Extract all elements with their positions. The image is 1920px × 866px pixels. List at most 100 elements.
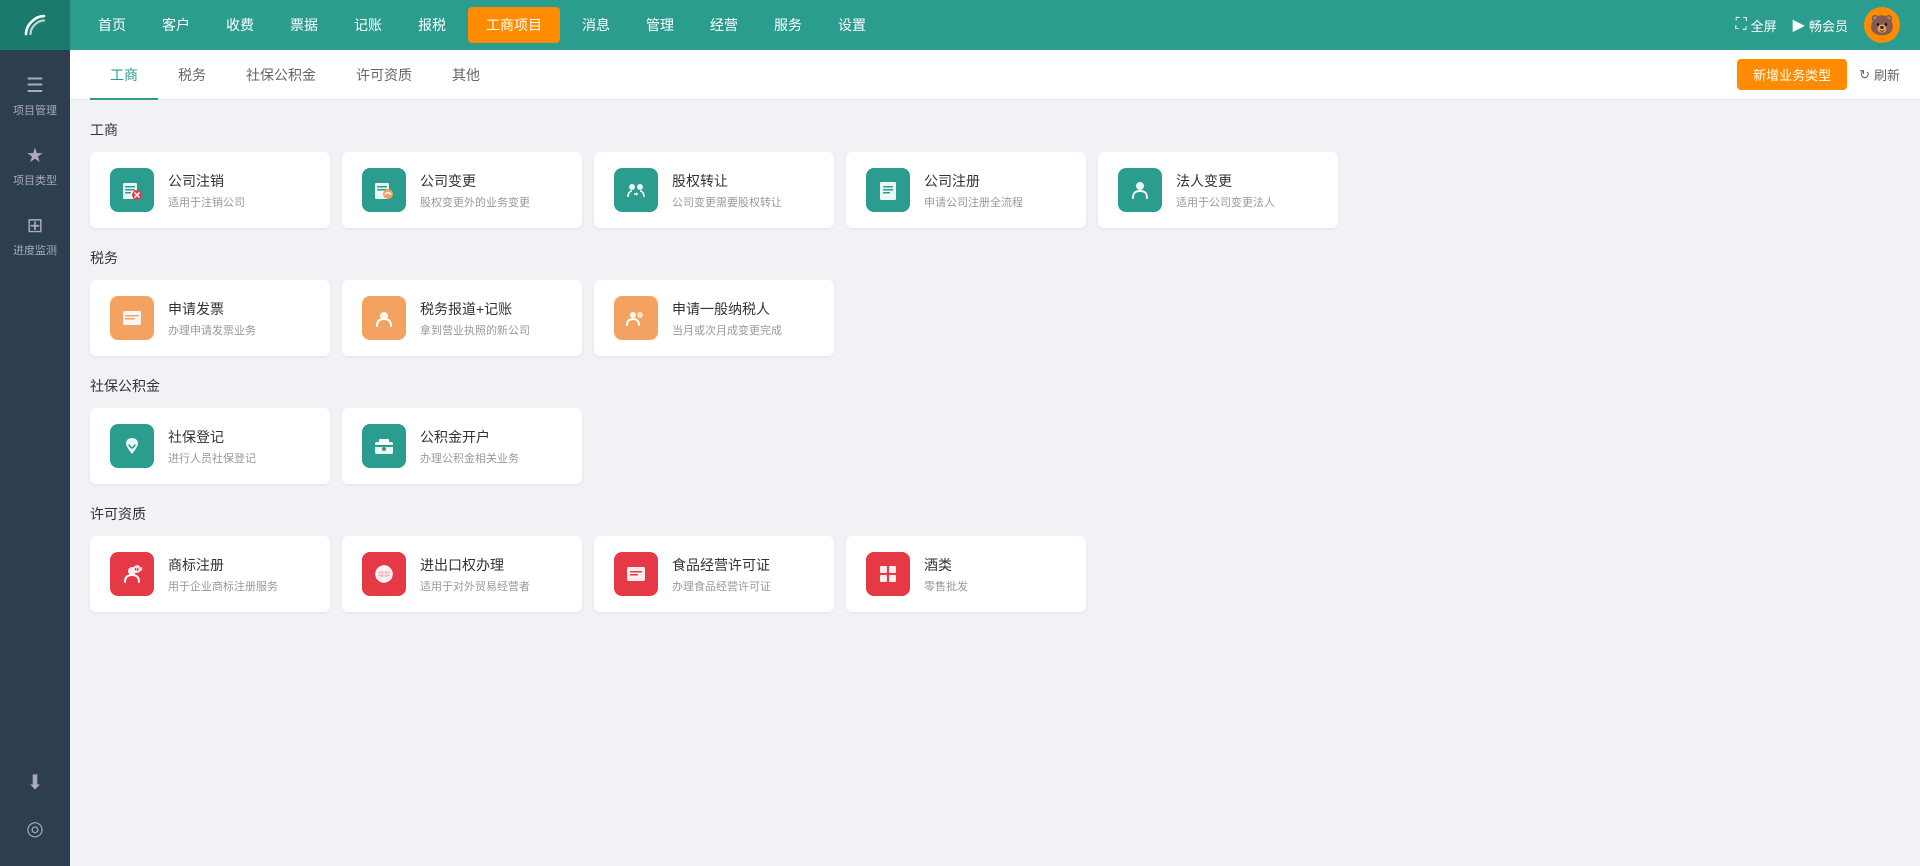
- content-area: 工商 税务 社保公积金 许可资质 其他 新增业务类型 ↻ 刷新 工商: [70, 50, 1920, 866]
- card-import-export[interactable]: 进出口权办理 适用于对外贸易经营者: [342, 536, 582, 612]
- card-icon-provident-fund: [362, 424, 406, 468]
- card-text-social-insurance: 社保登记 进行人员社保登记: [168, 427, 256, 466]
- card-desc-food-permit: 办理食品经营许可证: [672, 578, 771, 594]
- card-desc-company-register: 申请公司注册全流程: [924, 194, 1023, 210]
- card-title-legal-person-change: 法人变更: [1176, 171, 1275, 191]
- card-icon-social-insurance: [110, 424, 154, 468]
- card-icon-legal-person-change: [1118, 168, 1162, 212]
- main-layout: ☰ 项目管理 ★ 项目类型 ⊞ 进度监测 ⬇ ◎ 工商 税务 社保公积金 许可资…: [0, 50, 1920, 866]
- svg-text:TM: TM: [135, 567, 142, 573]
- card-equity-transfer[interactable]: 股权转让 公司变更需要股权转让: [594, 152, 834, 228]
- download-icon[interactable]: ⬇: [17, 764, 53, 800]
- card-desc-company-change: 股权变更外的业务变更: [420, 194, 530, 210]
- card-desc-tax-report-accounting: 拿到营业执照的新公司: [420, 322, 530, 338]
- tab-bar: 工商 税务 社保公积金 许可资质 其他 新增业务类型 ↻ 刷新: [70, 50, 1920, 100]
- user-avatar[interactable]: 🐻: [1864, 7, 1900, 43]
- card-desc-legal-person-change: 适用于公司变更法人: [1176, 194, 1275, 210]
- card-desc-social-insurance: 进行人员社保登记: [168, 450, 256, 466]
- section-title-gongshang: 工商: [90, 120, 1900, 140]
- tab-bar-actions: 新增业务类型 ↻ 刷新: [1737, 59, 1900, 90]
- card-social-insurance[interactable]: 社保登记 进行人员社保登记: [90, 408, 330, 484]
- card-icon-company-change: [362, 168, 406, 212]
- refresh-label: 刷新: [1874, 65, 1900, 84]
- tab-xuke[interactable]: 许可资质: [336, 50, 432, 100]
- tab-shuiwu[interactable]: 税务: [158, 50, 226, 100]
- section-title-shebao: 社保公积金: [90, 376, 1900, 396]
- card-title-trademark: 商标注册: [168, 555, 278, 575]
- card-icon-company-register: [866, 168, 910, 212]
- nav-tax[interactable]: 报税: [400, 0, 464, 50]
- card-company-cancel[interactable]: 公司注销 适用于注销公司: [90, 152, 330, 228]
- card-text-import-export: 进出口权办理 适用于对外贸易经营者: [420, 555, 530, 594]
- nav-operation[interactable]: 经营: [692, 0, 756, 50]
- nav-ticket[interactable]: 票据: [272, 0, 336, 50]
- fullscreen-btn[interactable]: ⛶ 全屏: [1735, 16, 1776, 35]
- fullscreen-label: 全屏: [1751, 16, 1777, 35]
- card-legal-person-change[interactable]: 法人变更 适用于公司变更法人: [1098, 152, 1338, 228]
- refresh-icon: ↻: [1859, 67, 1870, 83]
- sidebar-label-project-type: 项目类型: [13, 172, 57, 188]
- tab-other[interactable]: 其他: [432, 50, 500, 100]
- nav-message[interactable]: 消息: [564, 0, 628, 50]
- cards-grid-gongshang: 公司注销 适用于注销公司 公司变更 股权变更外的业务变更: [90, 152, 1900, 228]
- card-text-apply-invoice: 申请发票 办理申请发票业务: [168, 299, 256, 338]
- nav-home[interactable]: 首页: [80, 0, 144, 50]
- nav-manage[interactable]: 管理: [628, 0, 692, 50]
- sidebar-item-project-type[interactable]: ★ 项目类型: [0, 130, 70, 200]
- card-title-company-change: 公司变更: [420, 171, 530, 191]
- card-tax-report-accounting[interactable]: 税务报道+记账 拿到营业执照的新公司: [342, 280, 582, 356]
- member-label: 畅会员: [1809, 16, 1848, 35]
- sidebar-item-progress-monitor[interactable]: ⊞ 进度监测: [0, 200, 70, 270]
- tab-shebao[interactable]: 社保公积金: [226, 50, 336, 100]
- nav-service[interactable]: 服务: [756, 0, 820, 50]
- tab-gongshang[interactable]: 工商: [90, 50, 158, 100]
- sidebar-label-progress-monitor: 进度监测: [13, 242, 57, 258]
- card-text-legal-person-change: 法人变更 适用于公司变更法人: [1176, 171, 1275, 210]
- card-text-liquor: 酒类 零售批发: [924, 555, 968, 594]
- card-title-provident-fund: 公积金开户: [420, 427, 519, 447]
- section-title-xuke: 许可资质: [90, 504, 1900, 524]
- list-icon: ☰: [26, 73, 44, 98]
- location-icon[interactable]: ◎: [17, 810, 53, 846]
- card-title-import-export: 进出口权办理: [420, 555, 530, 575]
- card-text-company-change: 公司变更 股权变更外的业务变更: [420, 171, 530, 210]
- sidebar-item-project-manage[interactable]: ☰ 项目管理: [0, 60, 70, 130]
- left-sidebar: ☰ 项目管理 ★ 项目类型 ⊞ 进度监测 ⬇ ◎: [0, 50, 70, 866]
- star-icon: ★: [26, 143, 44, 168]
- nav-customer[interactable]: 客户: [144, 0, 208, 50]
- scroll-content[interactable]: 工商 公司注销 适用于注销公司 公司变更: [70, 100, 1920, 866]
- card-title-apply-invoice: 申请发票: [168, 299, 256, 319]
- nav-settings[interactable]: 设置: [820, 0, 884, 50]
- nav-items: 首页 客户 收费 票据 记账 报税 工商项目 消息 管理 经营 服务 设置: [70, 0, 1735, 50]
- card-company-register[interactable]: 公司注册 申请公司注册全流程: [846, 152, 1086, 228]
- fullscreen-icon: ⛶: [1735, 16, 1746, 34]
- card-icon-liquor: [866, 552, 910, 596]
- card-icon-equity-transfer: [614, 168, 658, 212]
- logo: [0, 0, 70, 50]
- card-title-company-register: 公司注册: [924, 171, 1023, 191]
- refresh-button[interactable]: ↻ 刷新: [1859, 65, 1900, 84]
- card-text-company-cancel: 公司注销 适用于注销公司: [168, 171, 245, 210]
- card-title-tax-report-accounting: 税务报道+记账: [420, 299, 530, 319]
- nav-bizproject[interactable]: 工商项目: [468, 7, 560, 43]
- card-icon-import-export: [362, 552, 406, 596]
- add-business-type-button[interactable]: 新增业务类型: [1737, 59, 1847, 90]
- nav-fee[interactable]: 收费: [208, 0, 272, 50]
- card-title-equity-transfer: 股权转让: [672, 171, 782, 191]
- card-food-permit[interactable]: 食品经营许可证 办理食品经营许可证: [594, 536, 834, 612]
- card-apply-invoice[interactable]: 申请发票 办理申请发票业务: [90, 280, 330, 356]
- member-btn[interactable]: ▶ 畅会员: [1793, 15, 1848, 35]
- card-icon-apply-invoice: [110, 296, 154, 340]
- nav-accounting[interactable]: 记账: [336, 0, 400, 50]
- card-company-change[interactable]: 公司变更 股权变更外的业务变更: [342, 152, 582, 228]
- card-provident-fund[interactable]: 公积金开户 办理公积金相关业务: [342, 408, 582, 484]
- play-icon: ▶: [1793, 15, 1805, 35]
- card-desc-apply-invoice: 办理申请发票业务: [168, 322, 256, 338]
- card-desc-equity-transfer: 公司变更需要股权转让: [672, 194, 782, 210]
- card-trademark[interactable]: TM 商标注册 用于企业商标注册服务: [90, 536, 330, 612]
- card-title-company-cancel: 公司注销: [168, 171, 245, 191]
- card-desc-liquor: 零售批发: [924, 578, 968, 594]
- grid-icon: ⊞: [27, 213, 44, 238]
- card-liquor[interactable]: 酒类 零售批发: [846, 536, 1086, 612]
- card-general-taxpayer[interactable]: 申请一般纳税人 当月或次月成变更完成: [594, 280, 834, 356]
